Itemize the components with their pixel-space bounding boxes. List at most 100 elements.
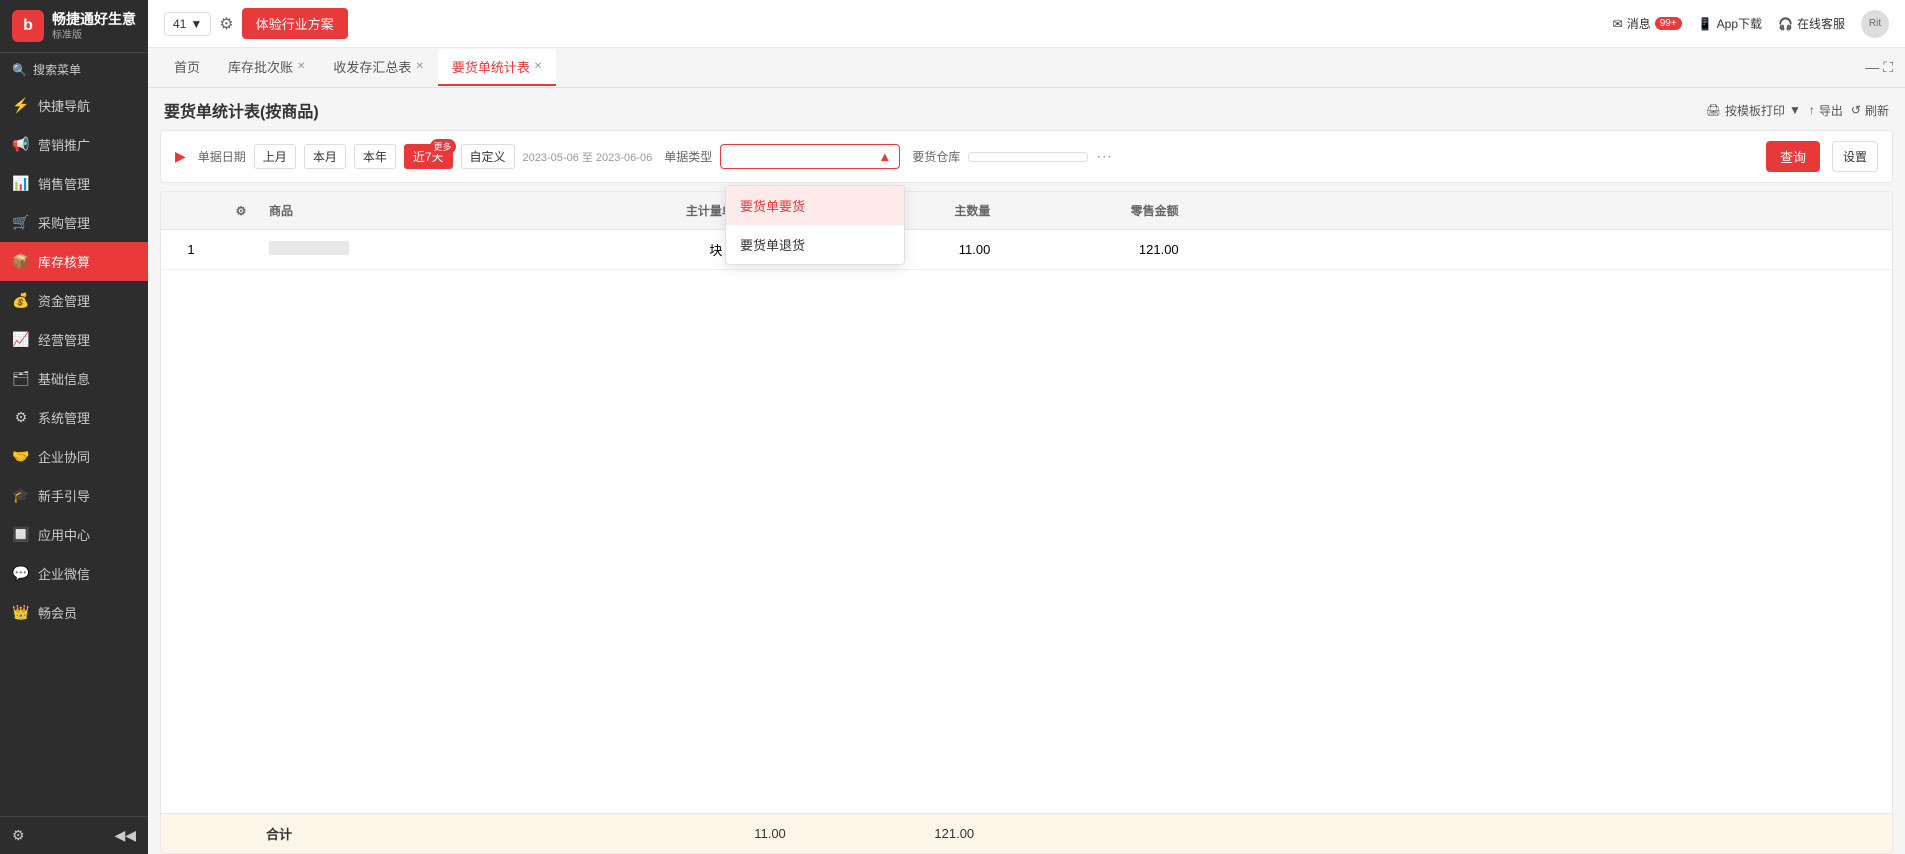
filter-toggle-icon[interactable]: ▶ xyxy=(175,148,186,165)
topbar-settings-icon[interactable]: ⚙ xyxy=(219,14,233,34)
tab-order-stats[interactable]: 要货单统计表 ✕ xyxy=(438,49,556,86)
sidebar-item-system[interactable]: ⚙ 系统管理 xyxy=(0,398,148,437)
sidebar-item-quick-nav[interactable]: ⚡ 快捷导航 xyxy=(0,86,148,125)
table-row: 1 块 11.00 121.00 xyxy=(161,230,1892,270)
sidebar-item-enterprise[interactable]: 🤝 企业协同 xyxy=(0,437,148,476)
tab-close-batch[interactable]: ✕ xyxy=(297,61,305,72)
type-selected-value xyxy=(729,150,872,164)
tab-collect-summary[interactable]: 收发存汇总表 ✕ xyxy=(319,49,437,86)
export-button[interactable]: ↑ 导出 xyxy=(1809,102,1843,119)
type-selector[interactable]: ▲ xyxy=(720,144,900,169)
store-name: 41 xyxy=(173,17,186,31)
sidebar-item-label: 库存核算 xyxy=(38,252,90,271)
col-settings-header[interactable]: ⚙ xyxy=(221,194,261,228)
online-service-item[interactable]: 🎧 在线客服 xyxy=(1778,15,1845,32)
refresh-icon: ↺ xyxy=(1851,103,1861,117)
table-header: ⚙ 商品 主计量单位 主数量 零售金额 xyxy=(161,192,1892,230)
sidebar-item-label: 销售管理 xyxy=(38,174,90,193)
messages-badge: 99+ xyxy=(1655,17,1682,30)
quick-nav-icon: ⚡ xyxy=(12,97,30,115)
product-placeholder xyxy=(269,241,349,255)
col-rest-header xyxy=(1187,201,1892,221)
settings-footer-icon[interactable]: ⚙ xyxy=(12,827,25,844)
date-btn-this-year[interactable]: 本年 xyxy=(354,144,396,169)
query-button[interactable]: 查询 xyxy=(1766,141,1820,172)
sidebar-search[interactable]: 🔍 搜索菜单 xyxy=(0,53,148,86)
inventory-icon: 📦 xyxy=(12,253,30,271)
warehouse-selector[interactable] xyxy=(968,152,1088,162)
store-selector[interactable]: 41 ▼ xyxy=(164,12,211,36)
date-btn-this-month[interactable]: 本月 xyxy=(304,144,346,169)
tab-close-collect[interactable]: ✕ xyxy=(415,61,423,72)
sidebar-item-sales[interactable]: 📊 销售管理 xyxy=(0,164,148,203)
sidebar-item-wechat[interactable]: 💬 企业微信 xyxy=(0,554,148,593)
row-settings xyxy=(221,240,261,260)
topbar-right: ✉ 消息 99+ 📱 App下载 🎧 在线客服 Rit xyxy=(1613,10,1889,38)
sidebar-item-label: 系统管理 xyxy=(38,408,90,427)
wechat-icon: 💬 xyxy=(12,565,30,583)
tab-expand-icon[interactable]: ⛶ xyxy=(1883,59,1893,76)
sidebar-item-marketing[interactable]: 📢 营销推广 xyxy=(0,125,148,164)
search-icon: 🔍 xyxy=(12,63,27,77)
trial-button[interactable]: 体验行业方案 xyxy=(242,8,348,39)
sidebar-item-purchase[interactable]: 🛒 采购管理 xyxy=(0,203,148,242)
sidebar-item-base[interactable]: 🗂 基础信息 xyxy=(0,359,148,398)
sidebar-item-label: 采购管理 xyxy=(38,213,90,232)
message-icon: ✉ xyxy=(1613,17,1623,31)
sidebar-item-label: 企业微信 xyxy=(38,564,90,583)
sidebar-nav: ⚡ 快捷导航 📢 营销推广 📊 销售管理 🛒 采购管理 📦 库存核算 💰 资金管… xyxy=(0,86,148,816)
filter-settings-button[interactable]: 设置 xyxy=(1832,141,1878,172)
messages-item[interactable]: ✉ 消息 99+ xyxy=(1613,15,1682,32)
print-icon: 🖨 xyxy=(1706,103,1721,117)
sidebar-item-finance[interactable]: 💰 资金管理 xyxy=(0,281,148,320)
footer-qty: 11.00 xyxy=(605,826,793,841)
sales-icon: 📊 xyxy=(12,175,30,193)
store-dropdown-icon: ▼ xyxy=(190,17,202,31)
main-area: 41 ▼ ⚙ 体验行业方案 ✉ 消息 99+ 📱 App下载 🎧 在线客服 Ri… xyxy=(148,0,1905,854)
purchase-icon: 🛒 xyxy=(12,214,30,232)
tabbar: 首页 库存批次账 ✕ 收发存汇总表 ✕ 要货单统计表 ✕ — ⛶ xyxy=(148,48,1905,88)
table-empty-space xyxy=(161,270,1892,813)
tab-minimize-icon[interactable]: — xyxy=(1865,59,1879,76)
row-product xyxy=(261,231,622,268)
date-btn-last-month[interactable]: 上月 xyxy=(254,144,296,169)
sidebar-item-app-center[interactable]: 🔲 应用中心 xyxy=(0,515,148,554)
date-btn-custom[interactable]: 自定义 xyxy=(461,144,515,169)
dropdown-item-order-return[interactable]: 要货单退货 xyxy=(726,225,904,264)
tab-batch-accounts[interactable]: 库存批次账 ✕ xyxy=(214,49,319,86)
filter-more-icon[interactable]: ··· xyxy=(1096,148,1112,166)
row-rest xyxy=(1187,240,1892,260)
messages-label: 消息 xyxy=(1627,15,1651,32)
collapse-icon[interactable]: ◀◀ xyxy=(114,827,136,844)
dropdown-item-order-goods[interactable]: 要货单要货 xyxy=(726,186,904,225)
print-dropdown-icon: ▼ xyxy=(1789,103,1801,117)
row-seq: 1 xyxy=(161,232,221,267)
col-seq-header xyxy=(161,201,221,221)
page-header: 要货单统计表(按商品) 🖨 按模板打印 ▼ ↑ 导出 ↺ 刷新 xyxy=(148,88,1905,130)
operations-icon: 📈 xyxy=(12,331,30,349)
guide-icon: 🎓 xyxy=(12,487,30,505)
logo-text: 畅捷通好生意 标准版 xyxy=(52,10,136,41)
sidebar-item-guide[interactable]: 🎓 新手引导 xyxy=(0,476,148,515)
app-download-item[interactable]: 📱 App下载 xyxy=(1698,15,1762,32)
date-range: 2023-05-06 至 2023-06-06 xyxy=(523,149,653,165)
type-label: 单据类型 xyxy=(664,148,712,165)
print-template-button[interactable]: 🖨 按模板打印 ▼ xyxy=(1706,102,1801,119)
logo-icon: b xyxy=(12,10,44,42)
tab-close-order-stats[interactable]: ✕ xyxy=(534,61,542,72)
user-avatar[interactable]: Rit xyxy=(1861,10,1889,38)
tab-home[interactable]: 首页 xyxy=(160,49,214,86)
marketing-icon: 📢 xyxy=(12,136,30,154)
date-btn-7days[interactable]: 近7天 更多 xyxy=(404,144,453,169)
sidebar-item-inventory[interactable]: 📦 库存核算 xyxy=(0,242,148,281)
refresh-button[interactable]: ↺ 刷新 xyxy=(1851,102,1889,119)
sidebar-item-member[interactable]: 👑 畅会员 xyxy=(0,593,148,632)
base-icon: 🗂 xyxy=(12,370,30,388)
col-amount-header: 零售金额 xyxy=(998,192,1186,229)
phone-icon: 📱 xyxy=(1698,17,1713,31)
logo-sub: 标准版 xyxy=(52,29,136,42)
sidebar-item-label: 畅会员 xyxy=(38,603,77,622)
date-label: 单据日期 xyxy=(198,148,246,165)
sidebar-item-operations[interactable]: 📈 经营管理 xyxy=(0,320,148,359)
table-footer: 合计 11.00 121.00 xyxy=(161,813,1892,853)
